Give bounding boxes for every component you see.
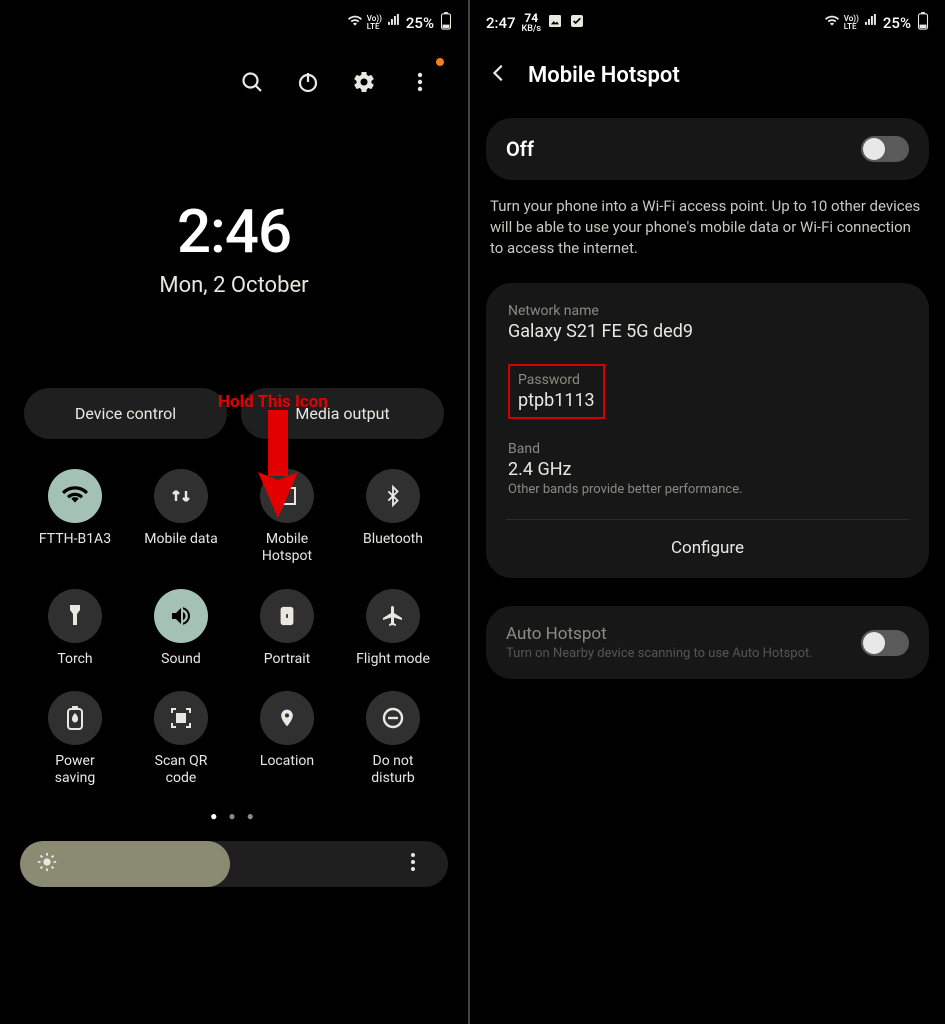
signal-icon [863,14,879,32]
gear-icon[interactable] [350,68,378,96]
status-bar-right: 2:47 74KB/s Vo))LTE 25% [470,0,945,38]
check-icon [569,13,585,33]
volte-indicator: Vo))LTE [367,15,382,31]
auto-hotspot-toggle[interactable] [861,630,909,656]
page-indicator: ● ● ● [0,809,468,823]
password-field[interactable]: Password ptpb1113 [508,364,605,419]
device-control-button[interactable]: Device control [24,388,227,439]
wifi-status-icon [824,14,840,32]
clock-block: 2:46 Mon, 2 October [0,196,468,298]
tile-location[interactable]: Location [240,691,334,787]
location-icon [260,691,314,745]
battery-percent: 25% [883,14,911,32]
tile-wifi[interactable]: FTTH-B1A3 [28,469,122,565]
auto-hotspot-title: Auto Hotspot [506,624,813,644]
bluetooth-icon [366,469,420,523]
status-network-speed: 74KB/s [522,12,542,34]
power-saving-icon [48,691,102,745]
tile-sound[interactable]: Sound [134,589,228,668]
network-details-card: Network name Galaxy S21 FE 5G ded9 Passw… [486,283,929,578]
quick-tiles-grid: FTTH-B1A3 Mobile data Mobile Hotspot Blu… [0,439,468,797]
network-name-field[interactable]: Network name Galaxy S21 FE 5G ded9 [508,303,907,342]
wifi-icon [48,469,102,523]
status-bar-left: Vo))LTE 25% [0,0,468,38]
configure-button[interactable]: Configure [508,520,907,572]
tile-flight-mode[interactable]: Flight mode [346,589,440,668]
more-icon[interactable] [406,68,434,96]
band-field[interactable]: Band 2.4 GHz Other bands provide better … [508,441,907,497]
power-icon[interactable] [294,68,322,96]
tile-bluetooth[interactable]: Bluetooth [346,469,440,565]
tile-portrait[interactable]: Portrait [240,589,334,668]
back-icon[interactable] [488,62,510,88]
battery-icon [917,12,929,34]
battery-percent: 25% [406,14,434,32]
image-icon [547,13,563,33]
brightness-more-icon[interactable] [410,851,434,877]
mobile-data-icon [154,469,208,523]
dnd-icon [366,691,420,745]
volte-indicator: Vo))LTE [844,15,859,31]
annotation-text: Hold This Icon [218,392,328,412]
hotspot-toggle[interactable] [861,136,909,162]
notification-dot [436,58,444,66]
portrait-icon [260,589,314,643]
quick-settings-panel: Vo))LTE 25% 2:46 Mon, 2 October Hold Thi… [0,0,470,1024]
status-time: 2:47 [486,14,516,32]
page-title: Mobile Hotspot [528,63,680,88]
hotspot-toggle-card: Off [486,118,929,180]
signal-icon [386,14,402,32]
brightness-slider[interactable] [20,841,448,887]
tile-dnd[interactable]: Do not disturb [346,691,440,787]
tile-torch[interactable]: Torch [28,589,122,668]
sound-icon [154,589,208,643]
hotspot-settings-screen: 2:47 74KB/s Vo))LTE 25% Mobile Hotspot O… [470,0,945,1024]
search-icon[interactable] [238,68,266,96]
brightness-icon [36,851,58,877]
torch-icon [48,589,102,643]
auto-hotspot-card: Auto Hotspot Turn on Nearby device scann… [486,606,929,679]
hotspot-description: Turn your phone into a Wi-Fi access poin… [470,190,945,275]
wifi-status-icon [347,14,363,32]
battery-icon [440,12,452,34]
qr-icon [154,691,208,745]
clock-time: 2:46 [0,196,468,267]
tile-scan-qr[interactable]: Scan QR code [134,691,228,787]
airplane-icon [366,589,420,643]
tile-power-saving[interactable]: Power saving [28,691,122,787]
auto-hotspot-sub: Turn on Nearby device scanning to use Au… [506,646,813,661]
tile-mobile-data[interactable]: Mobile data [134,469,228,565]
toggle-state-label: Off [506,137,534,161]
clock-date: Mon, 2 October [0,273,468,298]
annotation-arrow-icon [250,410,306,520]
